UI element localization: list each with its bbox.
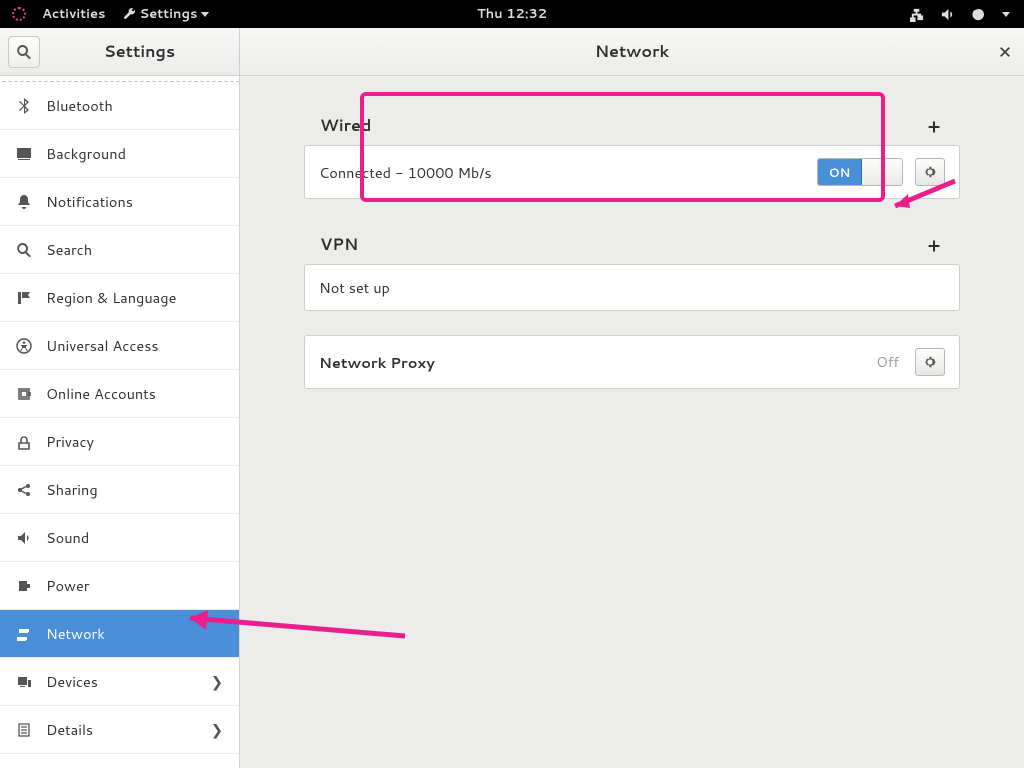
search-icon bbox=[16, 242, 32, 258]
sidebar-item-label: Power bbox=[46, 575, 89, 596]
sidebar-item-notifications[interactable]: Notifications bbox=[0, 178, 239, 226]
power-icon bbox=[16, 578, 32, 594]
sidebar-item-universal-access[interactable]: Universal Access bbox=[0, 322, 239, 370]
toggle-off-area bbox=[862, 159, 902, 185]
bell-icon bbox=[16, 194, 32, 210]
sidebar-item-privacy[interactable]: Privacy bbox=[0, 418, 239, 466]
share-icon bbox=[16, 482, 32, 498]
vpn-group: VPN + Not set up bbox=[304, 223, 960, 311]
sidebar-item-label: Devices bbox=[46, 671, 98, 692]
sidebar-item-label: Region & Language bbox=[46, 287, 176, 308]
proxy-settings-button[interactable] bbox=[915, 348, 945, 376]
sidebar-item-power[interactable]: Power bbox=[0, 562, 239, 610]
devices-icon bbox=[16, 674, 32, 690]
vpn-row: Not set up bbox=[304, 264, 960, 311]
sidebar-item-details[interactable]: Details ❯ bbox=[0, 706, 239, 754]
toggle-on-label: ON bbox=[818, 159, 862, 185]
gear-icon bbox=[923, 355, 937, 369]
tools-icon bbox=[122, 7, 136, 21]
sidebar-item-devices[interactable]: Devices ❯ bbox=[0, 658, 239, 706]
search-icon bbox=[16, 44, 32, 60]
globe-flag-icon bbox=[16, 290, 32, 306]
sound-icon bbox=[16, 530, 32, 546]
app-menu-label: Settings bbox=[140, 5, 198, 23]
details-icon bbox=[16, 722, 32, 738]
wired-connection-row: Connected - 10000 Mb/s ON bbox=[304, 145, 960, 199]
wired-status: Connected - 10000 Mb/s bbox=[319, 162, 805, 183]
settings-sidebar: Bluetooth Background Notifications Searc… bbox=[0, 76, 240, 768]
spinner-icon bbox=[6, 0, 32, 28]
sidebar-item-sharing[interactable]: Sharing bbox=[0, 466, 239, 514]
wired-title: Wired bbox=[320, 114, 371, 137]
sidebar-item-label: Bluetooth bbox=[46, 95, 113, 116]
vpn-title: VPN bbox=[320, 233, 358, 256]
sidebar-item-region-language[interactable]: Region & Language bbox=[0, 274, 239, 322]
close-icon bbox=[998, 45, 1012, 59]
accessibility-icon bbox=[16, 338, 32, 354]
settings-window: Settings Network Bluetooth Background No… bbox=[0, 28, 1024, 768]
activities-button[interactable]: Activities bbox=[36, 0, 112, 28]
app-menu[interactable]: Settings bbox=[116, 0, 216, 28]
power-icon[interactable] bbox=[965, 0, 992, 28]
proxy-group: Network Proxy Off bbox=[304, 335, 960, 389]
sidebar-item-background[interactable]: Background bbox=[0, 130, 239, 178]
sidebar-item-sound[interactable]: Sound bbox=[0, 514, 239, 562]
sidebar-item-network[interactable]: Network bbox=[0, 610, 239, 658]
sidebar-item-label: Background bbox=[46, 143, 126, 164]
gear-icon bbox=[923, 165, 937, 179]
proxy-title: Network Proxy bbox=[319, 352, 864, 373]
network-panel: Wired + Connected - 10000 Mb/s ON bbox=[240, 76, 1024, 768]
chevron-right-icon: ❯ bbox=[211, 719, 223, 740]
sidebar-title: Settings bbox=[48, 40, 231, 63]
sidebar-item-label: Network bbox=[46, 623, 105, 644]
sidebar-item-bluetooth[interactable]: Bluetooth bbox=[0, 82, 239, 130]
search-button[interactable] bbox=[8, 36, 40, 68]
sidebar-item-label: Search bbox=[46, 239, 92, 260]
wired-settings-button[interactable] bbox=[915, 158, 945, 186]
sidebar-item-label: Online Accounts bbox=[46, 383, 156, 404]
wired-group: Wired + Connected - 10000 Mb/s ON bbox=[304, 104, 960, 199]
proxy-status: Off bbox=[876, 352, 899, 372]
sidebar-item-online-accounts[interactable]: Online Accounts bbox=[0, 370, 239, 418]
add-wired-button[interactable]: + bbox=[924, 116, 944, 136]
sidebar-item-label: Privacy bbox=[46, 431, 94, 452]
wired-toggle[interactable]: ON bbox=[817, 158, 903, 186]
add-vpn-button[interactable]: + bbox=[924, 235, 944, 255]
volume-icon[interactable] bbox=[934, 0, 961, 28]
background-icon bbox=[16, 146, 32, 162]
clock[interactable]: Thu 12:32 bbox=[471, 0, 553, 28]
chevron-right-icon: ❯ bbox=[211, 671, 223, 692]
header-bar: Settings Network bbox=[0, 28, 1024, 76]
vpn-status: Not set up bbox=[319, 277, 945, 298]
sidebar-item-label: Details bbox=[46, 719, 93, 740]
network-icon bbox=[16, 626, 32, 642]
chevron-down-icon bbox=[1002, 12, 1010, 17]
bluetooth-icon bbox=[16, 98, 32, 114]
close-button[interactable] bbox=[998, 28, 1012, 75]
sidebar-item-search[interactable]: Search bbox=[0, 226, 239, 274]
network-status-icon[interactable] bbox=[903, 0, 930, 28]
chevron-down-icon bbox=[201, 12, 209, 17]
privacy-icon bbox=[16, 434, 32, 450]
network-proxy-row[interactable]: Network Proxy Off bbox=[304, 335, 960, 389]
page-title: Network bbox=[595, 40, 669, 63]
system-menu-chevron[interactable] bbox=[996, 0, 1016, 28]
sidebar-item-label: Sharing bbox=[46, 479, 98, 500]
online-accounts-icon bbox=[16, 386, 32, 402]
sidebar-item-label: Sound bbox=[46, 527, 89, 548]
sidebar-item-label: Universal Access bbox=[46, 335, 159, 356]
gnome-top-bar: Activities Settings Thu 12:32 bbox=[0, 0, 1024, 28]
sidebar-item-label: Notifications bbox=[46, 191, 133, 212]
